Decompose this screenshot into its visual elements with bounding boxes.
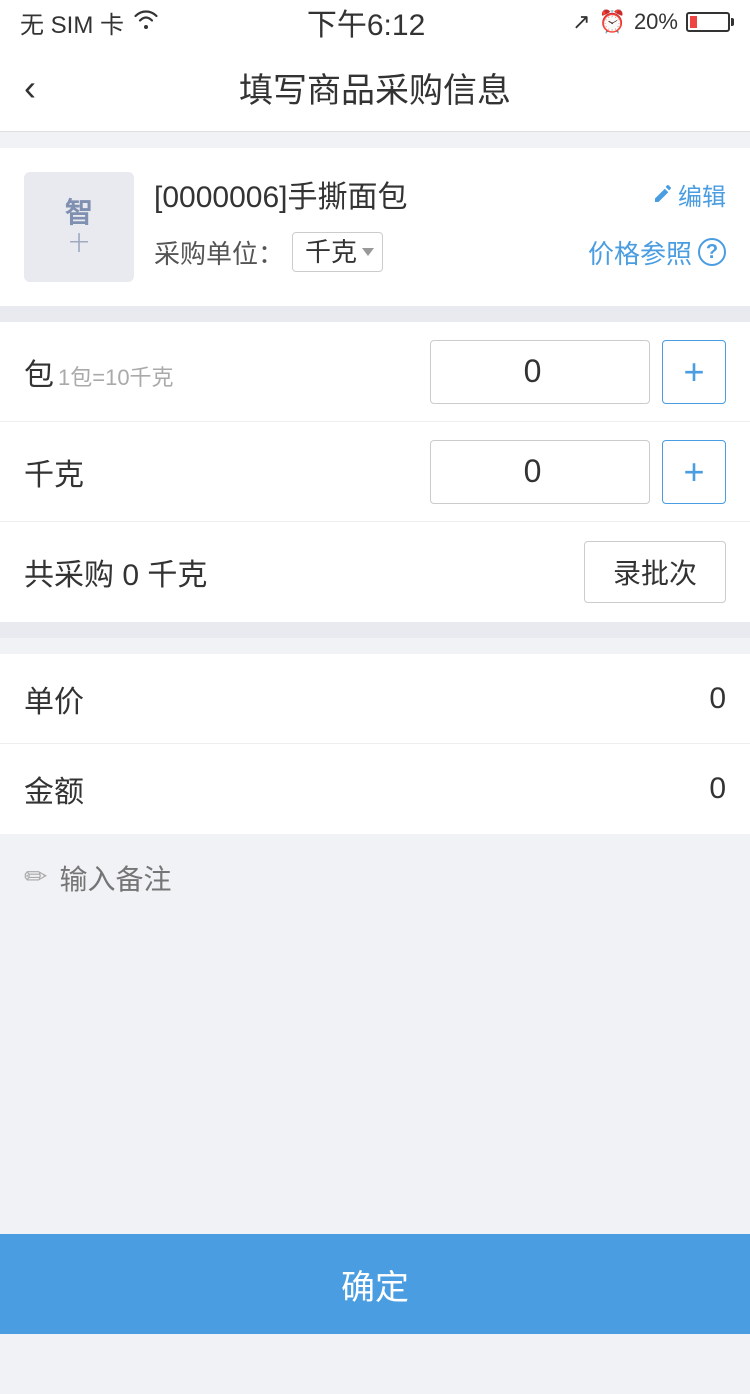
kg-label: 千克 (24, 450, 164, 494)
battery-icon (686, 12, 730, 32)
status-time: 下午6:12 (307, 0, 425, 44)
price-ref-label: 价格参照 (588, 234, 692, 271)
kg-input-row: 千克 + (0, 422, 750, 522)
unit-label: 采购单位： (154, 234, 284, 271)
unit-price-row: 单价 0 (0, 654, 750, 744)
status-left: 无 SIM 卡 (20, 5, 160, 40)
product-card: 智 十 [0000006]手撕面包 编辑 采购单位： 千克 包 价格参照 (0, 148, 750, 306)
amount-label: 金额 (24, 767, 84, 811)
status-bar: 无 SIM 卡 下午6:12 ↗ ⏰ 20% (0, 0, 750, 44)
confirm-label: 确定 (341, 1260, 409, 1309)
logo-sub: 十 (69, 227, 89, 256)
bag-label: 包1包=10千克 (24, 350, 174, 394)
bag-sublabel: 1包=10千克 (58, 365, 174, 390)
product-name-row: [0000006]手撕面包 编辑 (154, 172, 726, 216)
summary-text: 共采购 0 千克 (24, 550, 207, 594)
notes-input[interactable] (59, 858, 726, 954)
edit-button[interactable]: 编辑 (652, 177, 726, 212)
amount-value: 0 (709, 772, 726, 806)
batch-button[interactable]: 录批次 (584, 541, 726, 603)
input-section: 包1包=10千克 + 千克 + (0, 322, 750, 522)
product-image: 智 十 (24, 172, 134, 282)
kg-plus-button[interactable]: + (662, 440, 726, 504)
status-right: ↗ ⏰ 20% (572, 9, 730, 35)
alarm-icon: ⏰ (599, 9, 626, 35)
bag-plus-button[interactable]: + (662, 340, 726, 404)
price-ref-button[interactable]: 价格参照 ? (588, 234, 726, 271)
amount-row: 金额 0 (0, 744, 750, 834)
unit-price-value: 0 (709, 682, 726, 716)
product-unit-row: 采购单位： 千克 包 价格参照 ? (154, 232, 726, 272)
bag-input-row: 包1包=10千克 + (0, 322, 750, 422)
battery-pct: 20% (634, 9, 678, 35)
confirm-button[interactable]: 确定 (0, 1234, 750, 1334)
price-section: 单价 0 金额 0 (0, 654, 750, 834)
notes-icon: ✏ (24, 860, 47, 893)
unit-select[interactable]: 千克 包 (292, 232, 383, 272)
unit-price-label: 单价 (24, 677, 84, 721)
nav-bar: ‹ 填写商品采购信息 (0, 44, 750, 132)
location-icon: ↗ (572, 9, 590, 35)
section-divider-2 (0, 622, 750, 638)
edit-label: 编辑 (678, 177, 726, 212)
section-divider-1 (0, 306, 750, 322)
bag-qty-input[interactable] (430, 340, 650, 404)
summary-row: 共采购 0 千克 录批次 (0, 522, 750, 622)
product-full-name: [0000006]手撕面包 (154, 172, 407, 216)
logo-text: 智 (65, 199, 93, 227)
back-button[interactable]: ‹ (24, 67, 36, 109)
price-ref-help-icon: ? (698, 238, 726, 266)
wifi-icon (132, 8, 160, 36)
notes-section: ✏ (0, 834, 750, 1014)
sim-status: 无 SIM 卡 (20, 5, 124, 40)
page-title: 填写商品采购信息 (239, 63, 511, 112)
kg-qty-input[interactable] (430, 440, 650, 504)
product-info: [0000006]手撕面包 编辑 采购单位： 千克 包 价格参照 ? (154, 172, 726, 272)
